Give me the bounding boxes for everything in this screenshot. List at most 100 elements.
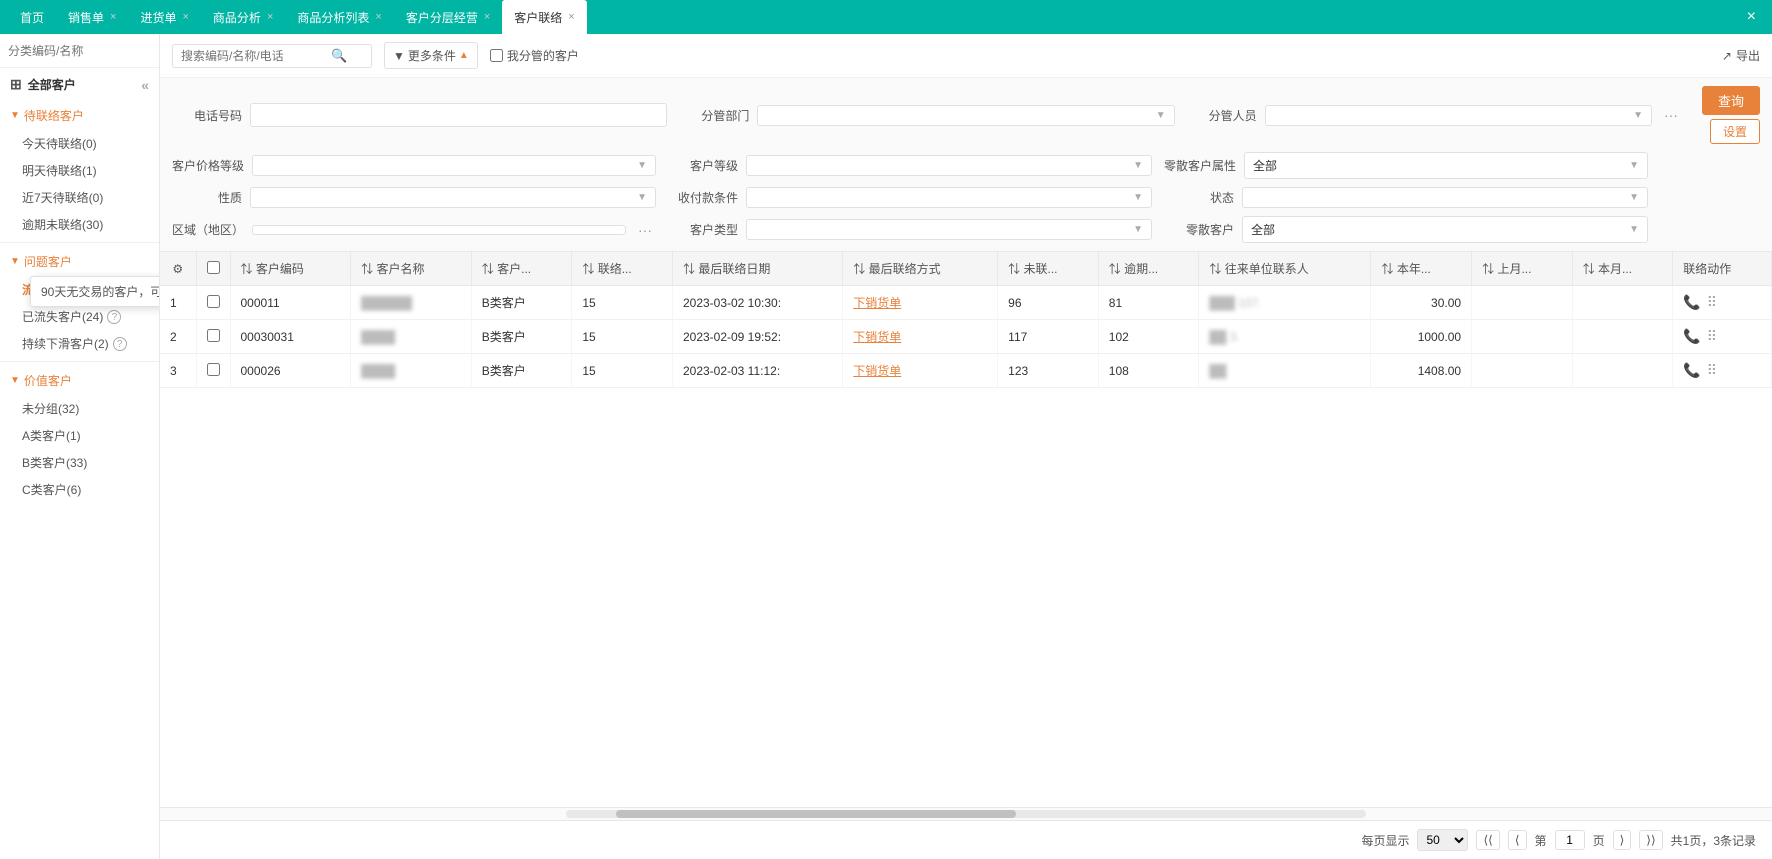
row-check-3[interactable]: [196, 354, 230, 388]
more-action-icon-1[interactable]: ⠿: [1707, 294, 1717, 311]
code-th[interactable]: ⇅ 客户编码: [230, 252, 351, 286]
sidebar-item-7days-pending[interactable]: 近7天待联络(0): [0, 184, 159, 211]
unit-contact-th[interactable]: ⇅ 往来单位联系人: [1199, 252, 1371, 286]
last-date-th[interactable]: ⇅ 最后联络日期: [672, 252, 842, 286]
last-method-th[interactable]: ⇅ 最后联络方式: [843, 252, 998, 286]
my-customers-checkbox[interactable]: [490, 49, 503, 62]
sidebar-item-ungroupe[interactable]: 未分组(32): [0, 395, 159, 422]
more-action-icon-2[interactable]: ⠿: [1707, 328, 1717, 345]
checkbox-th[interactable]: [196, 252, 230, 286]
next-page-btn[interactable]: ⟩: [1613, 830, 1632, 850]
row-check-2[interactable]: [196, 320, 230, 354]
per-page-select[interactable]: 50 100: [1417, 829, 1468, 851]
phone-input[interactable]: [250, 103, 667, 127]
sidebar-group-pending[interactable]: ▼ 待联络客户: [0, 101, 159, 130]
sidebar: 🔍 ⊞ 全部客户 « ▼ 待联络客户 今天待联络(0) 明天待联络(1) 近7天…: [0, 34, 160, 859]
payment-select[interactable]: ▼: [746, 187, 1152, 208]
tab-customer-contact[interactable]: 客户联络 ×: [502, 0, 586, 34]
sidebar-item-class-c[interactable]: C类客户(6): [0, 476, 159, 503]
customer-level-select[interactable]: ▼: [746, 155, 1152, 176]
query-btn[interactable]: 查询: [1702, 86, 1760, 115]
scrollbar-thumb[interactable]: [616, 810, 1016, 818]
tab-analysis-list[interactable]: 商品分析列表 ×: [285, 0, 393, 34]
my-customers-checkbox-container[interactable]: 我分管的客户: [490, 47, 579, 64]
manager-dots[interactable]: ···: [1660, 107, 1682, 123]
prev-page-btn[interactable]: ⟨: [1508, 830, 1527, 850]
retail-customer-caret-icon: ▼: [1629, 224, 1639, 235]
row-action-2: 📞 ⠿: [1673, 320, 1772, 354]
tab-analysis[interactable]: 商品分析 ×: [201, 0, 285, 34]
row-checkbox-3[interactable]: [207, 363, 220, 376]
not-contacted-th[interactable]: ⇅ 未联...: [998, 252, 1099, 286]
row-checkbox-1[interactable]: [207, 295, 220, 308]
tab-purchase[interactable]: 进货单 ×: [128, 0, 200, 34]
name-th[interactable]: ⇅ 客户名称: [351, 252, 472, 286]
row-last-method-1[interactable]: 下销货单: [843, 286, 998, 320]
select-all-checkbox[interactable]: [207, 261, 220, 274]
manager-select[interactable]: ▼: [1265, 105, 1652, 126]
sidebar-all-customers[interactable]: ⊞ 全部客户 «: [0, 68, 159, 101]
contact-action-icon-2[interactable]: 📞: [1683, 328, 1700, 345]
churned-help-icon[interactable]: ?: [107, 310, 121, 324]
this-month-th[interactable]: ⇅ 本月...: [1572, 252, 1673, 286]
sidebar-group-problem[interactable]: ▼ 问题客户: [0, 247, 159, 276]
sidebar-collapse-btn[interactable]: «: [141, 77, 149, 93]
overdue-th[interactable]: ⇅ 逾期...: [1098, 252, 1199, 286]
tab-customer-tier[interactable]: 客户分层经营 ×: [394, 0, 502, 34]
export-btn[interactable]: ↗ 导出: [1722, 47, 1760, 64]
price-level-select[interactable]: ▼: [252, 155, 656, 176]
sidebar-item-today-pending[interactable]: 今天待联络(0): [0, 130, 159, 157]
this-year-th[interactable]: ⇅ 本年...: [1371, 252, 1472, 286]
gender-label: 性质: [172, 189, 242, 206]
settings-btn[interactable]: 设置: [1710, 119, 1760, 144]
contact-action-icon-3[interactable]: 📞: [1683, 362, 1700, 379]
sidebar-search-input[interactable]: [8, 44, 160, 58]
contact-th[interactable]: ⇅ 联络...: [572, 252, 673, 286]
first-page-btn[interactable]: ⟨⟨: [1476, 830, 1499, 850]
row-code-2: 00030031: [230, 320, 351, 354]
last-page-btn[interactable]: ⟩⟩: [1639, 830, 1662, 850]
sidebar-item-declining[interactable]: 持续下滑客户(2) ?: [0, 330, 159, 357]
row-last-method-3[interactable]: 下销货单: [843, 354, 998, 388]
row-check-1[interactable]: [196, 286, 230, 320]
tab-sales[interactable]: 销售单 ×: [56, 0, 128, 34]
region-dots[interactable]: ···: [634, 222, 656, 238]
region-select[interactable]: [252, 225, 626, 235]
settings-gear-th[interactable]: ⚙: [160, 252, 196, 286]
close-analysis-list-tab[interactable]: ×: [375, 11, 381, 23]
region-label: 区域（地区）: [172, 221, 244, 238]
row-not-contacted-1: 96: [998, 286, 1099, 320]
close-customer-tier-tab[interactable]: ×: [484, 11, 490, 23]
retail-attr-caret-icon: ▼: [1629, 160, 1639, 171]
sidebar-item-class-a[interactable]: A类客户(1): [0, 422, 159, 449]
retail-customer-select[interactable]: 全部 ▼: [1242, 216, 1648, 243]
last-month-th[interactable]: ⇅ 上月...: [1472, 252, 1573, 286]
contact-action-icon-1[interactable]: 📞: [1683, 294, 1700, 311]
close-analysis-tab[interactable]: ×: [267, 11, 273, 23]
sidebar-group-value[interactable]: ▼ 价值客户: [0, 366, 159, 395]
row-checkbox-2[interactable]: [207, 329, 220, 342]
filter-search-icon[interactable]: 🔍: [331, 48, 347, 64]
declining-help-icon[interactable]: ?: [113, 337, 127, 351]
close-sales-tab[interactable]: ×: [110, 11, 116, 23]
more-action-icon-3[interactable]: ⠿: [1707, 362, 1717, 379]
window-close-btn[interactable]: ×: [1739, 8, 1764, 26]
gender-select[interactable]: ▼: [250, 187, 656, 208]
dept-select[interactable]: ▼: [757, 105, 1174, 126]
retail-attr-select[interactable]: 全部 ▼: [1244, 152, 1648, 179]
type-th[interactable]: ⇅ 客户...: [471, 252, 572, 286]
page-number-input[interactable]: [1555, 830, 1585, 850]
filter-search-input[interactable]: [181, 49, 331, 63]
close-customer-contact-tab[interactable]: ×: [568, 11, 574, 23]
horizontal-scrollbar[interactable]: [160, 807, 1772, 820]
tab-home[interactable]: 首页: [8, 0, 56, 34]
close-purchase-tab[interactable]: ×: [182, 11, 188, 23]
sidebar-item-overdue-pending[interactable]: 逾期未联络(30): [0, 211, 159, 238]
more-conditions-btn[interactable]: ▼ 更多条件 ▲: [384, 42, 478, 69]
customer-type-select[interactable]: ▼: [746, 219, 1152, 240]
status-select[interactable]: ▼: [1242, 187, 1648, 208]
sidebar-item-class-b[interactable]: B类客户(33): [0, 449, 159, 476]
sidebar-item-churned[interactable]: 已流失客户(24) ?: [0, 303, 159, 330]
row-last-method-2[interactable]: 下销货单: [843, 320, 998, 354]
sidebar-item-tomorrow-pending[interactable]: 明天待联络(1): [0, 157, 159, 184]
